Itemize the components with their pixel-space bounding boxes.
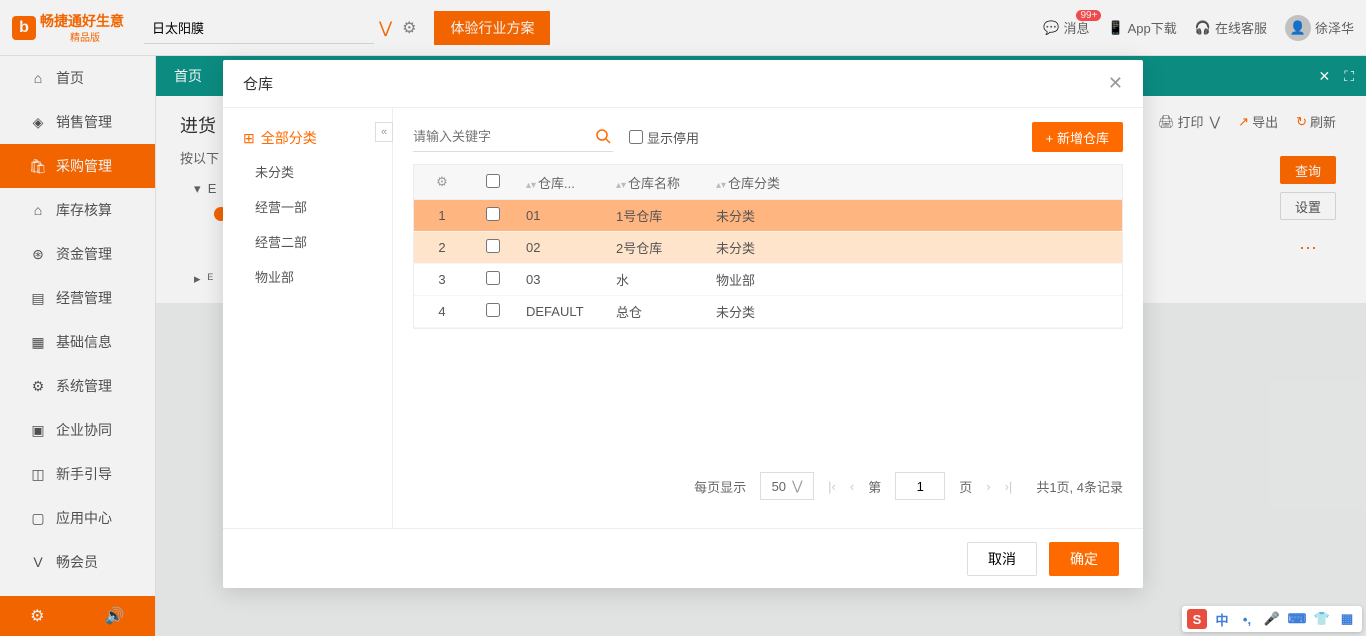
ime-toolbar: S 中 •, 🎤 ⌨ 👕 ▦ [1182, 606, 1362, 632]
column-name[interactable]: ▴▾仓库名称 [606, 173, 706, 192]
show-disabled-input[interactable] [629, 130, 643, 144]
select-all-checkbox[interactable] [486, 174, 500, 188]
modal-title: 仓库 [243, 73, 273, 94]
search-box [413, 122, 613, 152]
row-code: 02 [516, 240, 606, 255]
table-row[interactable]: 4 DEFAULT总仓未分类 [414, 296, 1122, 328]
sort-icon: ▴▾ [716, 183, 726, 189]
row-category: 未分类 [706, 302, 1122, 321]
modal-overlay: 仓库 ✕ ⊞ 全部分类 未分类 经营一部 经营二部 物业部 « [0, 0, 1366, 636]
next-page-icon[interactable]: › [986, 479, 990, 494]
row-index: 4 [414, 304, 470, 319]
per-page-label: 每页显示 [694, 477, 746, 496]
grid-icon: ⊞ [243, 130, 255, 147]
row-name: 1号仓库 [606, 206, 706, 225]
ime-toolbox-icon[interactable]: ▦ [1337, 609, 1357, 629]
add-warehouse-button[interactable]: + 新增仓库 [1032, 122, 1123, 152]
row-name: 2号仓库 [606, 238, 706, 257]
column-category[interactable]: ▴▾仓库分类 [706, 173, 1122, 192]
row-index: 1 [414, 208, 470, 223]
row-category: 未分类 [706, 206, 1122, 225]
search-input[interactable] [413, 122, 613, 152]
settings-column-icon[interactable]: ⚙ [414, 174, 470, 190]
first-page-icon[interactable]: |‹ [828, 479, 836, 494]
category-item[interactable]: 物业部 [223, 259, 392, 294]
row-category: 未分类 [706, 238, 1122, 257]
pagination: 每页显示 50⋁ |‹ ‹ 第 页 › ›| 共1页, 4条记录 [413, 458, 1123, 514]
show-disabled-checkbox[interactable]: 显示停用 [629, 128, 699, 147]
warehouse-modal: 仓库 ✕ ⊞ 全部分类 未分类 经营一部 经营二部 物业部 « [223, 60, 1143, 588]
page-size-select[interactable]: 50⋁ [760, 472, 814, 500]
cancel-button[interactable]: 取消 [967, 542, 1037, 576]
ime-punct-icon[interactable]: •, [1237, 609, 1257, 629]
table-header: ⚙ ▴▾仓库... ▴▾仓库名称 ▴▾仓库分类 [414, 164, 1122, 200]
chevron-down-icon: ⋁ [792, 478, 803, 494]
ime-lang-icon[interactable]: 中 [1212, 609, 1232, 629]
table-row[interactable]: 2 022号仓库未分类 [414, 232, 1122, 264]
warehouse-table: ⚙ ▴▾仓库... ▴▾仓库名称 ▴▾仓库分类 1011号仓库未分类2022号仓… [413, 164, 1123, 329]
sort-icon: ▴▾ [616, 183, 626, 189]
category-all[interactable]: ⊞ 全部分类 [223, 122, 392, 154]
row-category: 物业部 [706, 270, 1122, 289]
close-icon[interactable]: ✕ [1108, 73, 1123, 94]
ime-logo-icon[interactable]: S [1187, 609, 1207, 629]
modal-header: 仓库 ✕ [223, 60, 1143, 108]
row-code: 01 [516, 208, 606, 223]
row-code: 03 [516, 272, 606, 287]
ime-keyboard-icon[interactable]: ⌨ [1287, 609, 1307, 629]
column-code[interactable]: ▴▾仓库... [516, 173, 606, 192]
row-name: 总仓 [606, 302, 706, 321]
row-name: 水 [606, 270, 706, 289]
category-item[interactable]: 经营一部 [223, 189, 392, 224]
search-icon[interactable] [595, 128, 611, 149]
ime-skin-icon[interactable]: 👕 [1312, 609, 1332, 629]
category-item[interactable]: 未分类 [223, 154, 392, 189]
modal-footer: 取消 确定 [223, 528, 1143, 588]
category-panel: ⊞ 全部分类 未分类 经营一部 经营二部 物业部 « [223, 108, 393, 528]
row-index: 2 [414, 240, 470, 255]
confirm-button[interactable]: 确定 [1049, 542, 1119, 576]
prev-page-icon[interactable]: ‹ [850, 479, 854, 494]
ime-mic-icon[interactable]: 🎤 [1262, 609, 1282, 629]
sort-icon: ▴▾ [526, 183, 536, 189]
row-checkbox[interactable] [486, 239, 500, 253]
category-item[interactable]: 经营二部 [223, 224, 392, 259]
table-row[interactable]: 1 011号仓库未分类 [414, 200, 1122, 232]
row-index: 3 [414, 272, 470, 287]
row-code: DEFAULT [516, 304, 606, 319]
page-info: 共1页, 4条记录 [1036, 477, 1123, 496]
table-row[interactable]: 3 03水物业部 [414, 264, 1122, 296]
page-input[interactable] [895, 472, 945, 500]
last-page-icon[interactable]: ›| [1005, 479, 1013, 494]
row-checkbox[interactable] [486, 207, 500, 221]
row-checkbox[interactable] [486, 303, 500, 317]
table-panel: 显示停用 + 新增仓库 ⚙ ▴▾仓库... ▴▾仓库名称 ▴▾仓库分类 1 011… [393, 108, 1143, 528]
collapse-panel-icon[interactable]: « [375, 122, 393, 142]
row-checkbox[interactable] [486, 271, 500, 285]
